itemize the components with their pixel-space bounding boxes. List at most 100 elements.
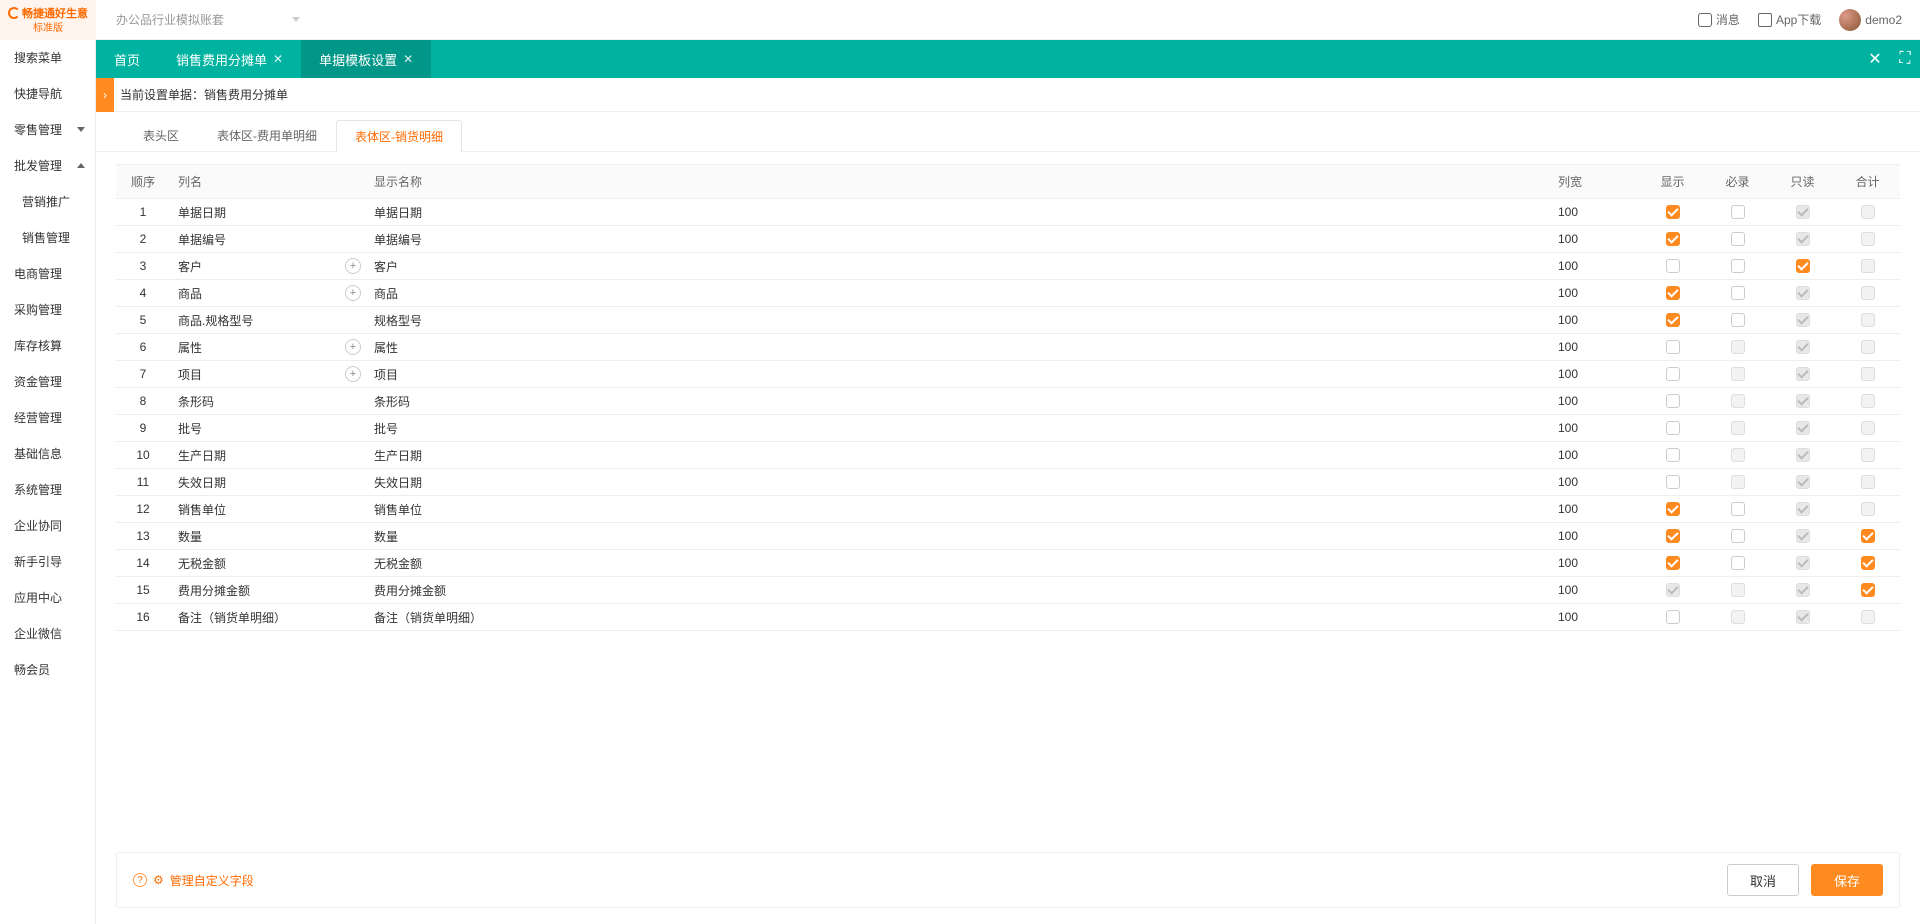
checkbox[interactable]: [1796, 259, 1810, 273]
sidebar-item-12[interactable]: 系统管理: [0, 472, 95, 508]
tab-1[interactable]: 销售费用分摊单✕: [158, 40, 301, 78]
cell-display-name[interactable]: 客户: [366, 253, 1550, 280]
checkbox[interactable]: [1666, 529, 1680, 543]
sidebar-item-1[interactable]: 快捷导航: [0, 76, 95, 112]
cell-width[interactable]: 100: [1550, 361, 1640, 388]
cell-width[interactable]: 100: [1550, 388, 1640, 415]
app-download-button[interactable]: App下载: [1758, 11, 1821, 28]
checkbox[interactable]: [1666, 259, 1680, 273]
checkbox[interactable]: [1666, 367, 1680, 381]
checkbox[interactable]: [1666, 610, 1680, 624]
tab-2[interactable]: 单据模板设置✕: [301, 40, 431, 78]
cell-display-name[interactable]: 批号: [366, 415, 1550, 442]
checkbox[interactable]: [1666, 448, 1680, 462]
cell-display-name[interactable]: 项目: [366, 361, 1550, 388]
checkbox[interactable]: [1666, 205, 1680, 219]
sidebar-item-15[interactable]: 应用中心: [0, 580, 95, 616]
messages-button[interactable]: 消息: [1698, 11, 1740, 28]
sidebar-item-17[interactable]: 畅会员: [0, 652, 95, 688]
cell-width[interactable]: 100: [1550, 550, 1640, 577]
account-set-selector[interactable]: 办公品行业模拟账套: [116, 11, 300, 28]
checkbox[interactable]: [1666, 286, 1680, 300]
checkbox[interactable]: [1731, 205, 1745, 219]
user-menu[interactable]: demo2: [1839, 9, 1902, 31]
checkbox[interactable]: [1666, 502, 1680, 516]
checkbox[interactable]: [1731, 529, 1745, 543]
sidebar-item-6[interactable]: 电商管理: [0, 256, 95, 292]
inner-tab-0[interactable]: 表头区: [124, 119, 198, 151]
checkbox[interactable]: [1731, 259, 1745, 273]
expand-icon[interactable]: +: [345, 258, 361, 274]
sidebar-item-11[interactable]: 基础信息: [0, 436, 95, 472]
checkbox[interactable]: [1731, 502, 1745, 516]
cell-display-name[interactable]: 商品: [366, 280, 1550, 307]
sidebar-item-3[interactable]: 批发管理: [0, 148, 95, 184]
collapse-sidebar-button[interactable]: ›: [96, 78, 114, 112]
checkbox[interactable]: [1861, 556, 1875, 570]
cell-width[interactable]: 100: [1550, 577, 1640, 604]
tab-fullscreen[interactable]: ⛶: [1890, 40, 1920, 78]
sidebar-item-8[interactable]: 库存核算: [0, 328, 95, 364]
sidebar-item-2[interactable]: 零售管理: [0, 112, 95, 148]
checkbox[interactable]: [1861, 583, 1875, 597]
sidebar-item-10[interactable]: 经营管理: [0, 400, 95, 436]
cell-display-name[interactable]: 备注（销货单明细）: [366, 604, 1550, 631]
close-icon[interactable]: ✕: [273, 52, 283, 66]
checkbox[interactable]: [1731, 232, 1745, 246]
cell-display-name[interactable]: 失效日期: [366, 469, 1550, 496]
sidebar-item-16[interactable]: 企业微信: [0, 616, 95, 652]
expand-icon[interactable]: +: [345, 339, 361, 355]
checkbox[interactable]: [1861, 529, 1875, 543]
checkbox[interactable]: [1666, 313, 1680, 327]
tab-close-all[interactable]: ✕: [1860, 40, 1890, 78]
cell-width[interactable]: 100: [1550, 253, 1640, 280]
cell-required: [1705, 361, 1770, 388]
checkbox[interactable]: [1666, 340, 1680, 354]
checkbox[interactable]: [1666, 421, 1680, 435]
cell-display-name[interactable]: 数量: [366, 523, 1550, 550]
sidebar-item-13[interactable]: 企业协同: [0, 508, 95, 544]
cell-display-name[interactable]: 单据日期: [366, 199, 1550, 226]
checkbox[interactable]: [1731, 313, 1745, 327]
checkbox[interactable]: [1666, 232, 1680, 246]
checkbox[interactable]: [1666, 475, 1680, 489]
sidebar-item-7[interactable]: 采购管理: [0, 292, 95, 328]
cell-display-name[interactable]: 属性: [366, 334, 1550, 361]
cell-width[interactable]: 100: [1550, 280, 1640, 307]
checkbox[interactable]: [1731, 556, 1745, 570]
cell-width[interactable]: 100: [1550, 334, 1640, 361]
close-icon[interactable]: ✕: [403, 52, 413, 66]
cell-width[interactable]: 100: [1550, 496, 1640, 523]
manage-custom-fields-link[interactable]: ? ⚙ 管理自定义字段: [133, 872, 254, 889]
cell-width[interactable]: 100: [1550, 199, 1640, 226]
sidebar-item-5[interactable]: 销售管理: [0, 220, 95, 256]
inner-tab-2[interactable]: 表体区-销货明细: [336, 120, 462, 152]
cell-display-name[interactable]: 生产日期: [366, 442, 1550, 469]
sidebar-item-9[interactable]: 资金管理: [0, 364, 95, 400]
checkbox[interactable]: [1666, 394, 1680, 408]
cell-display-name[interactable]: 无税金额: [366, 550, 1550, 577]
cell-width[interactable]: 100: [1550, 415, 1640, 442]
cancel-button[interactable]: 取消: [1727, 864, 1799, 896]
save-button[interactable]: 保存: [1811, 864, 1883, 896]
cell-width[interactable]: 100: [1550, 523, 1640, 550]
expand-icon[interactable]: +: [345, 366, 361, 382]
cell-display-name[interactable]: 条形码: [366, 388, 1550, 415]
sidebar-item-4[interactable]: 营销推广: [0, 184, 95, 220]
checkbox[interactable]: [1666, 556, 1680, 570]
tab-0[interactable]: 首页: [96, 40, 158, 78]
cell-width[interactable]: 100: [1550, 226, 1640, 253]
cell-width[interactable]: 100: [1550, 442, 1640, 469]
sidebar-item-0[interactable]: 搜索菜单: [0, 40, 95, 76]
cell-display-name[interactable]: 规格型号: [366, 307, 1550, 334]
cell-display-name[interactable]: 销售单位: [366, 496, 1550, 523]
cell-width[interactable]: 100: [1550, 604, 1640, 631]
inner-tab-1[interactable]: 表体区-费用单明细: [198, 119, 336, 151]
checkbox[interactable]: [1731, 286, 1745, 300]
cell-width[interactable]: 100: [1550, 469, 1640, 496]
cell-display-name[interactable]: 费用分摊金额: [366, 577, 1550, 604]
cell-display-name[interactable]: 单据编号: [366, 226, 1550, 253]
sidebar-item-14[interactable]: 新手引导: [0, 544, 95, 580]
cell-width[interactable]: 100: [1550, 307, 1640, 334]
expand-icon[interactable]: +: [345, 285, 361, 301]
